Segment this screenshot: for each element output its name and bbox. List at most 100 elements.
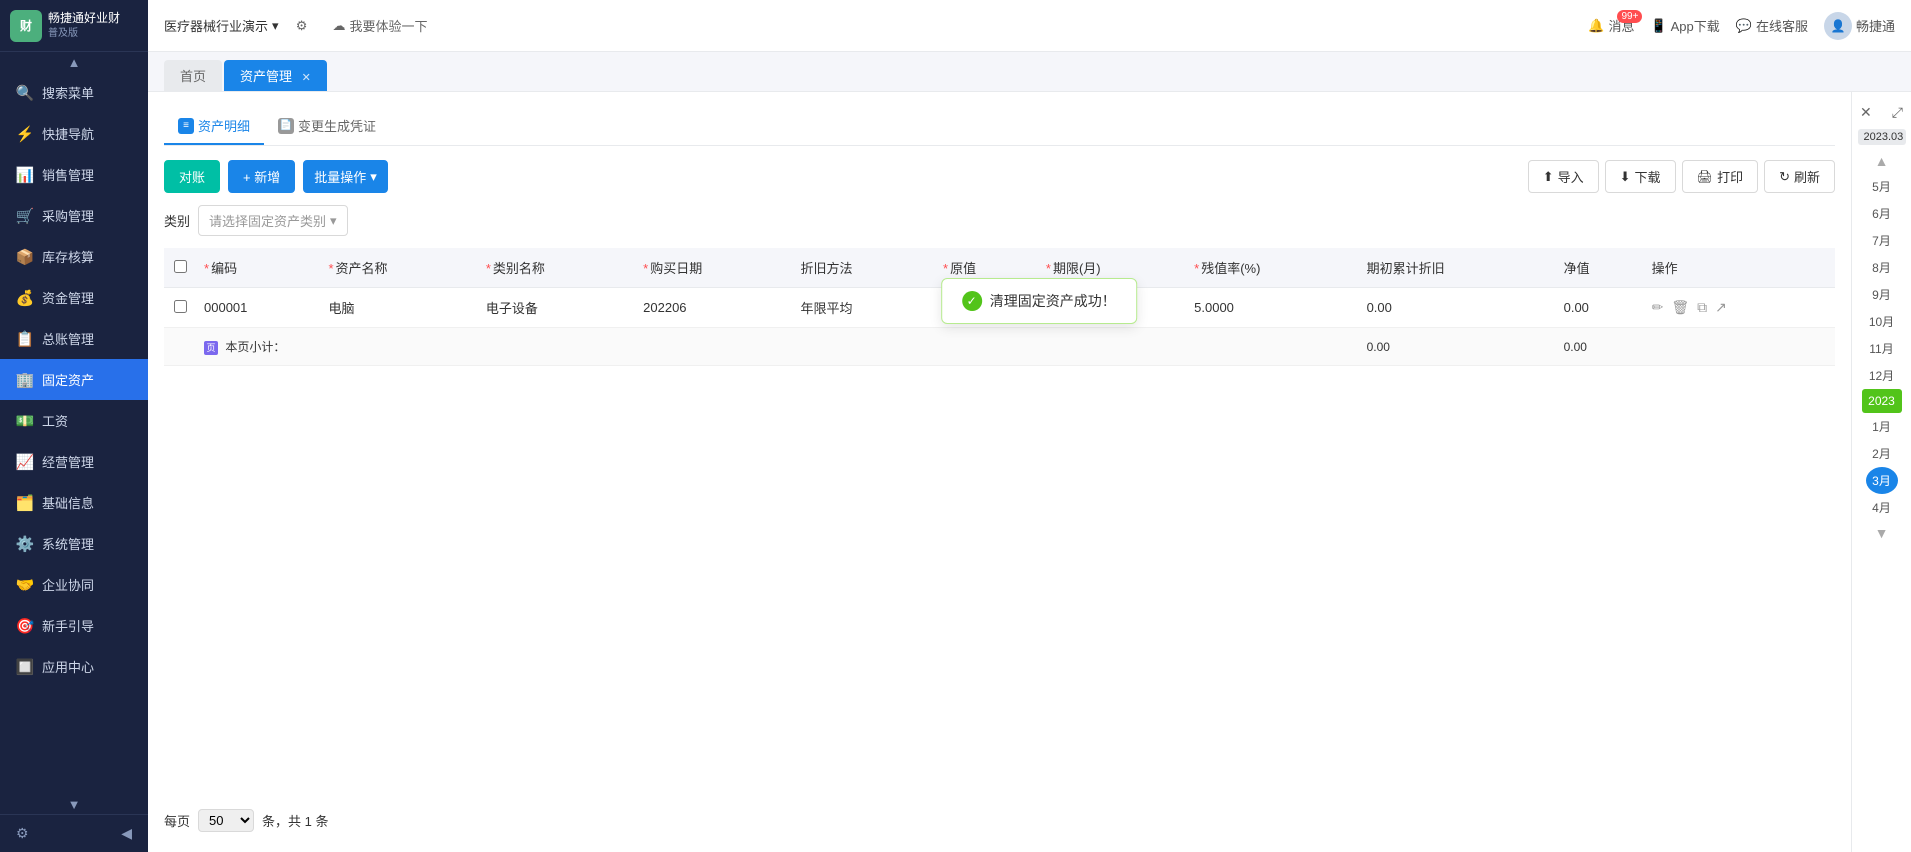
system-icon: ⚙️	[16, 535, 34, 553]
right-panel: ✕ ⤢ 2023.03 ▲ 5月 6月 7月 8月 9月 10月 11月 12月…	[1851, 92, 1911, 852]
sidebar-item-inventory[interactable]: 📦 库存核算	[0, 236, 148, 277]
sidebar-item-quicknav[interactable]: ⚡ 快捷导航	[0, 113, 148, 154]
online-service-btn[interactable]: 💬 在线客服	[1736, 16, 1808, 35]
sidebar-item-label: 库存核算	[42, 247, 94, 266]
salary-icon: 💵	[16, 412, 34, 430]
toolbar: 对账 + 新增 批量操作 ▾ ⬆ 导入 ⬇	[164, 160, 1835, 193]
batch-button[interactable]: 批量操作 ▾	[303, 160, 388, 193]
sidebar-item-fixed-assets[interactable]: 🏢 固定资产	[0, 359, 148, 400]
refresh-icon: ↻	[1779, 169, 1790, 185]
tab-close-icon[interactable]: ✕	[302, 72, 311, 84]
sidebar-item-app-center[interactable]: 🔲 应用中心	[0, 646, 148, 687]
guide-icon: 🎯	[16, 617, 34, 635]
row-net-value: 0.00	[1556, 288, 1644, 328]
per-page-label: 每页	[164, 811, 190, 830]
notification-badge: 99+	[1617, 10, 1642, 23]
sub-tab-asset-detail[interactable]: ≡ 资产明细	[164, 108, 264, 145]
month-item-5[interactable]: 5月	[1858, 173, 1906, 200]
category-filter-select[interactable]: 请选择固定资产类别 ▾	[198, 205, 348, 236]
row-residual-rate: 5.0000	[1186, 288, 1358, 328]
subtotal-icon: 页	[204, 341, 218, 355]
app-center-icon: 🔲	[16, 658, 34, 676]
company-name: 医疗器械行业演示	[164, 16, 268, 35]
month-item-6[interactable]: 6月	[1858, 200, 1906, 227]
quicknav-icon: ⚡	[16, 125, 34, 143]
download-button[interactable]: ⬇ 下载	[1605, 160, 1676, 193]
sidebar-item-label: 新手引导	[42, 616, 94, 635]
dropdown-icon: ▾	[272, 18, 279, 34]
month-item-7[interactable]: 7月	[1858, 227, 1906, 254]
sidebar-item-search[interactable]: 🔍 搜索菜单	[0, 72, 148, 113]
month-item-12[interactable]: 12月	[1858, 362, 1906, 389]
year-2023-mark[interactable]: 2023	[1862, 389, 1902, 413]
month-item-1[interactable]: 1月	[1858, 413, 1906, 440]
sales-icon: 📊	[16, 166, 34, 184]
management-icon: 📈	[16, 453, 34, 471]
month-item-8[interactable]: 8月	[1858, 254, 1906, 281]
settings-icon[interactable]: ⚙	[16, 825, 29, 842]
reconcile-button[interactable]: 对账	[164, 160, 220, 193]
edit-icon[interactable]: ✏	[1652, 299, 1664, 316]
category-filter-placeholder: 请选择固定资产类别	[209, 211, 326, 230]
panel-scroll-down-btn[interactable]: ▼	[1871, 521, 1893, 545]
panel-close-button[interactable]: ✕	[1860, 104, 1872, 121]
sidebar-item-enterprise[interactable]: 🤝 企业协同	[0, 564, 148, 605]
sidebar-item-guide[interactable]: 🎯 新手引导	[0, 605, 148, 646]
settings-btn[interactable]: ⚙	[287, 11, 317, 41]
print-button[interactable]: 🖨 打印	[1682, 160, 1759, 193]
sidebar-item-finance[interactable]: 💰 资金管理	[0, 277, 148, 318]
current-period-label[interactable]: 2023.03	[1858, 129, 1906, 145]
month-item-4[interactable]: 4月	[1858, 494, 1906, 521]
filter-row: 类别 请选择固定资产类别 ▾	[164, 205, 1835, 236]
sidebar-item-system[interactable]: ⚙️ 系统管理	[0, 523, 148, 564]
app-title: 畅捷通好业财 普及版	[48, 11, 120, 40]
more-icon[interactable]: ↗	[1715, 299, 1727, 316]
sidebar-item-management[interactable]: 📈 经营管理	[0, 441, 148, 482]
pagination: 每页 50 100 200 条，共 1 条	[164, 799, 1835, 836]
cloud-icon: ☁	[333, 18, 346, 34]
month-item-9[interactable]: 9月	[1858, 281, 1906, 308]
sidebar-item-label: 资金管理	[42, 288, 94, 307]
notifications-btn[interactable]: 🔔 消息 99+	[1588, 16, 1634, 35]
import-icon: ⬆	[1543, 169, 1554, 185]
user-profile[interactable]: 👤 畅捷通	[1824, 12, 1895, 40]
per-page-select[interactable]: 50 100 200	[198, 809, 254, 832]
tab-home[interactable]: 首页	[164, 60, 222, 91]
app-download-btn[interactable]: 📱 App下载	[1650, 16, 1719, 35]
purchase-icon: 🛒	[16, 207, 34, 225]
month-item-10[interactable]: 10月	[1858, 308, 1906, 335]
collapse-icon[interactable]: ◀	[121, 825, 132, 842]
import-button[interactable]: ⬆ 导入	[1528, 160, 1599, 193]
toolbar-left: 对账 + 新增 批量操作 ▾	[164, 160, 388, 193]
sidebar-item-salary[interactable]: 💵 工资	[0, 400, 148, 441]
company-selector[interactable]: 医疗器械行业演示 ▾	[164, 16, 279, 35]
delete-icon[interactable]: 🗑	[1671, 299, 1689, 316]
sidebar-header: 财 畅捷通好业财 普及版	[0, 0, 148, 52]
sidebar-scroll-down[interactable]: ▼	[0, 794, 148, 814]
panel-expand-button[interactable]: ⤢	[1892, 104, 1903, 121]
month-item-11[interactable]: 11月	[1858, 335, 1906, 362]
sidebar-scroll-up[interactable]: ▲	[0, 52, 148, 72]
month-item-2[interactable]: 2月	[1858, 440, 1906, 467]
header-category: *类别名称	[478, 248, 635, 288]
tab-asset-management[interactable]: 资产管理 ✕	[224, 60, 327, 91]
total-count: 条，共 1 条	[262, 811, 328, 830]
app-logo-icon: 财	[10, 10, 42, 42]
sidebar-item-basic-info[interactable]: 🗂️ 基础信息	[0, 482, 148, 523]
enterprise-icon: 🤝	[16, 576, 34, 594]
sidebar-item-ledger[interactable]: 📋 总账管理	[0, 318, 148, 359]
header-residual-rate: *残值率(%)	[1186, 248, 1358, 288]
sidebar-item-sales[interactable]: 📊 销售管理	[0, 154, 148, 195]
experience-btn[interactable]: ☁ 我要体验一下	[333, 16, 428, 35]
sidebar-item-purchase[interactable]: 🛒 采购管理	[0, 195, 148, 236]
refresh-button[interactable]: ↻ 刷新	[1764, 160, 1835, 193]
new-button[interactable]: + 新增	[228, 160, 295, 193]
panel-scroll-up-btn[interactable]: ▲	[1871, 149, 1893, 173]
row-checkbox[interactable]	[174, 300, 187, 313]
select-all-checkbox[interactable]	[174, 260, 187, 273]
month-item-3-current[interactable]: 3月	[1866, 467, 1898, 494]
copy-icon[interactable]: ⧉	[1697, 299, 1707, 316]
sub-tab-voucher-gen[interactable]: 📄 变更生成凭证	[264, 108, 390, 145]
download-icon: 📱	[1650, 18, 1666, 34]
success-toast: ✓ 清理固定资产成功！	[941, 278, 1137, 324]
